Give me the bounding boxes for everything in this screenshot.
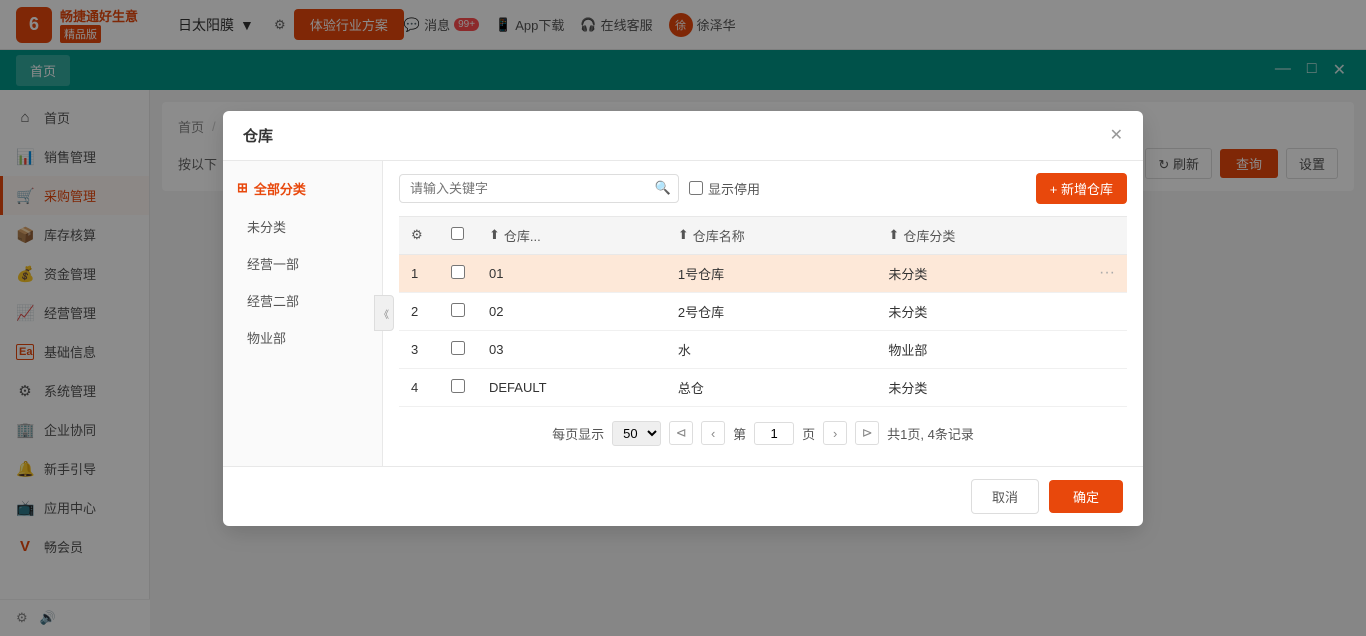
row-checkbox[interactable] (451, 379, 465, 393)
modal-header: 仓库 ✕ (223, 111, 1143, 161)
per-page-select[interactable]: 50 (612, 421, 661, 446)
table-row[interactable]: 2 02 2号仓库 未分类 (399, 292, 1127, 330)
row-index: 4 (399, 368, 439, 406)
modal-sidebar-item-ops2[interactable]: 经营二部 (223, 282, 382, 319)
row-category: 未分类 (876, 254, 1087, 292)
modal-toolbar: 🔍 显示停用 + 新增仓库 (399, 173, 1127, 204)
row-code: 02 (477, 292, 666, 330)
search-input[interactable] (399, 174, 679, 203)
warehouse-table-container: ⚙ ⬆ 仓库... (399, 216, 1127, 407)
modal-footer: 取消 确定 (223, 466, 1143, 526)
search-input-wrap: 🔍 (399, 174, 679, 203)
confirm-button[interactable]: 确定 (1049, 480, 1123, 513)
page-prev-button[interactable]: ‹ (701, 421, 725, 445)
table-header: ⚙ ⬆ 仓库... (399, 216, 1127, 254)
warehouse-modal: 仓库 ✕ ⊞ 全部分类 未分类 经营一部 经营二部 物业部 《 (223, 111, 1143, 526)
col-name[interactable]: ⬆ 仓库名称 (666, 216, 877, 254)
col-settings: ⚙ (399, 216, 439, 254)
sidebar-collapse-button[interactable]: 《 (374, 295, 394, 331)
col-checkbox (439, 216, 477, 254)
show-disabled-checkbox[interactable] (689, 181, 703, 195)
modal-overlay: 仓库 ✕ ⊞ 全部分类 未分类 经营一部 经营二部 物业部 《 (0, 0, 1366, 636)
cancel-button[interactable]: 取消 (971, 479, 1039, 514)
row-code: 03 (477, 330, 666, 368)
modal-close-button[interactable]: ✕ (1110, 125, 1123, 145)
modal-sidebar-item-property[interactable]: 物业部 (223, 319, 382, 356)
col-code[interactable]: ⬆ 仓库... (477, 216, 666, 254)
row-checkbox[interactable] (451, 265, 465, 279)
row-category: 未分类 (876, 368, 1087, 406)
row-code: DEFAULT (477, 368, 666, 406)
table-row[interactable]: 1 01 1号仓库 未分类 ··· (399, 254, 1127, 292)
row-checkbox[interactable] (451, 303, 465, 317)
modal-sidebar: ⊞ 全部分类 未分类 经营一部 经营二部 物业部 《 (223, 161, 383, 466)
page-last-button[interactable]: ⊳ (855, 421, 879, 445)
modal-sidebar-all-category[interactable]: ⊞ 全部分类 (223, 169, 382, 208)
grid-icon: ⊞ (237, 180, 248, 196)
page-next-button[interactable]: › (823, 421, 847, 445)
add-warehouse-button[interactable]: + 新增仓库 (1036, 173, 1127, 204)
modal-sidebar-item-unclassified[interactable]: 未分类 (223, 208, 382, 245)
row-name: 2号仓库 (666, 292, 877, 330)
row-code: 01 (477, 254, 666, 292)
row-checkbox[interactable] (451, 341, 465, 355)
table-row[interactable]: 4 DEFAULT 总仓 未分类 (399, 368, 1127, 406)
show-disabled-checkbox-wrap[interactable]: 显示停用 (689, 179, 760, 198)
page-number-input[interactable] (754, 422, 794, 445)
row-category: 物业部 (876, 330, 1087, 368)
modal-sidebar-item-ops1[interactable]: 经营一部 (223, 245, 382, 282)
row-index: 1 (399, 254, 439, 292)
row-index: 3 (399, 330, 439, 368)
pagination: 每页显示 50 ⊲ ‹ 第 页 › (399, 407, 1127, 454)
page-first-button[interactable]: ⊲ (669, 421, 693, 445)
row-name: 总仓 (666, 368, 877, 406)
modal-main: 🔍 显示停用 + 新增仓库 ⚙ (383, 161, 1143, 466)
search-icon[interactable]: 🔍 (655, 180, 671, 196)
row-name: 1号仓库 (666, 254, 877, 292)
row-index: 2 (399, 292, 439, 330)
row-category: 未分类 (876, 292, 1087, 330)
settings-col-icon[interactable]: ⚙ (411, 227, 423, 242)
modal-title: 仓库 (243, 125, 273, 146)
modal-body: ⊞ 全部分类 未分类 经营一部 经营二部 物业部 《 🔍 (223, 161, 1143, 466)
table-row[interactable]: 3 03 水 物业部 (399, 330, 1127, 368)
col-actions (1087, 216, 1127, 254)
col-category[interactable]: ⬆ 仓库分类 (876, 216, 1087, 254)
warehouse-table: ⚙ ⬆ 仓库... (399, 216, 1127, 407)
row-name: 水 (666, 330, 877, 368)
select-all-checkbox[interactable] (451, 227, 464, 240)
row-menu-icon[interactable]: ··· (1099, 264, 1115, 281)
table-body: 1 01 1号仓库 未分类 ··· 2 02 2 (399, 254, 1127, 406)
